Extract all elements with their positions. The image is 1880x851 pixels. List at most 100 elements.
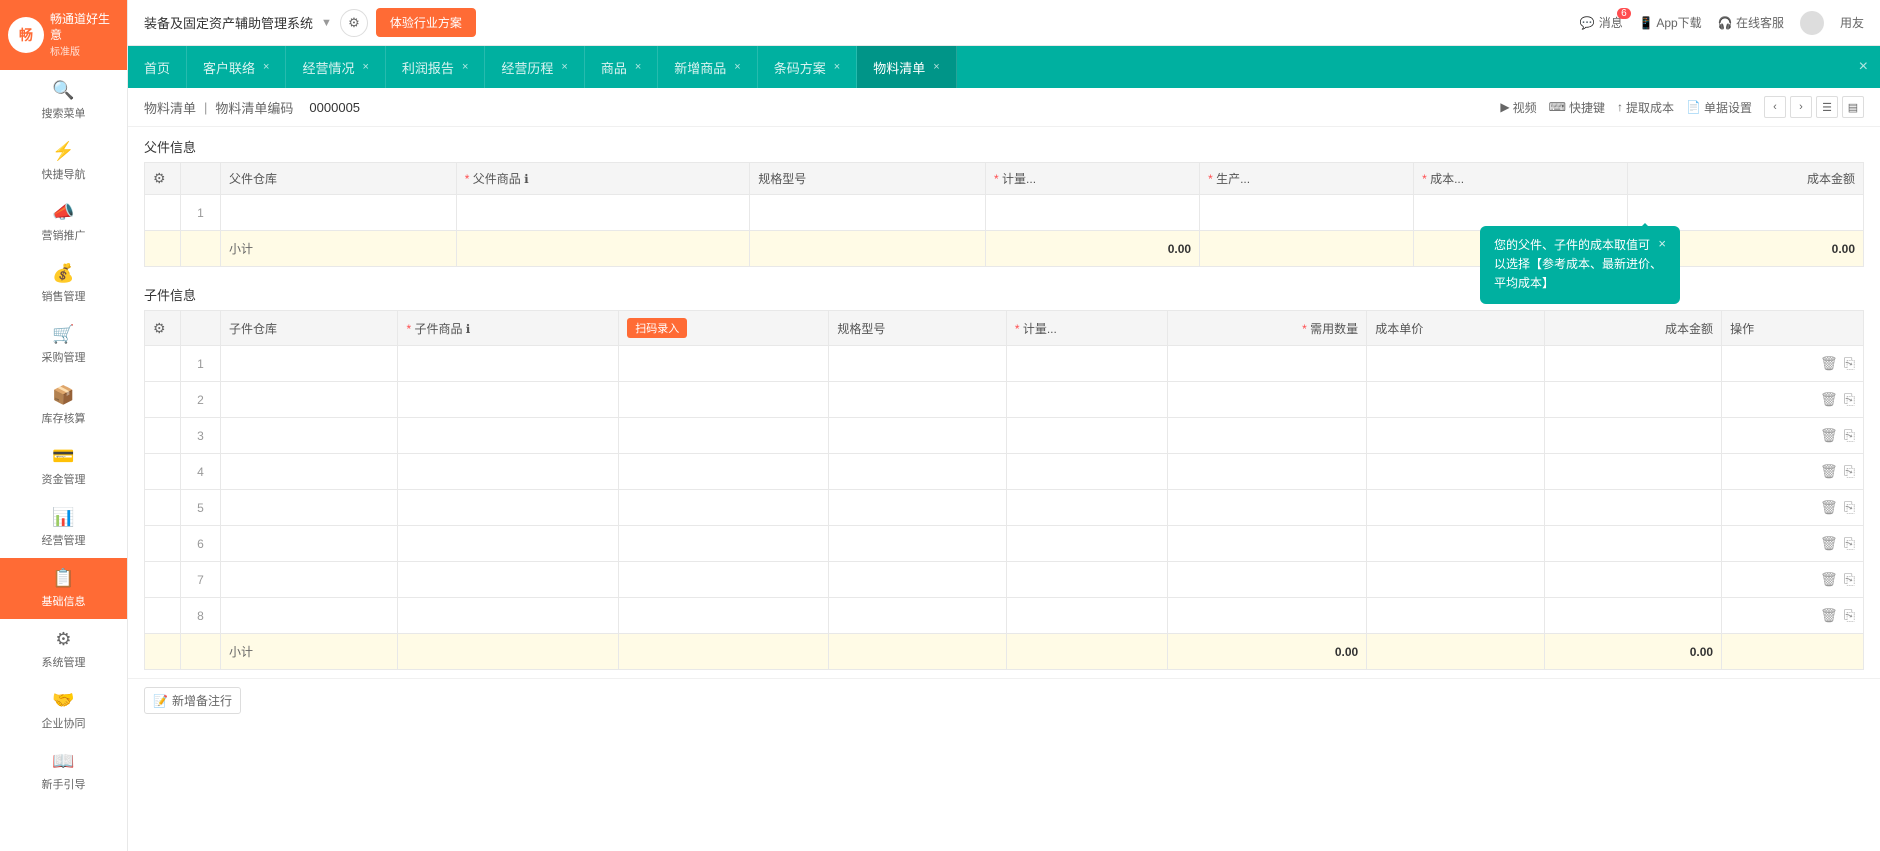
- sidebar-item-guide[interactable]: 📖 新手引导: [0, 741, 127, 802]
- nav-list-button[interactable]: ▤: [1842, 96, 1864, 118]
- parent-th-settings[interactable]: ⚙: [145, 163, 181, 195]
- experience-button[interactable]: 体验行业方案: [376, 8, 476, 37]
- delete-icon-8[interactable]: 🗑: [1820, 607, 1838, 624]
- child-row7-warehouse[interactable]: [221, 562, 398, 598]
- child-row8-product[interactable]: [398, 598, 619, 634]
- sidebar-item-management[interactable]: 📊 经营管理: [0, 497, 127, 558]
- child-settings-icon[interactable]: ⚙: [153, 320, 166, 336]
- nav-menu-button[interactable]: ☰: [1816, 96, 1838, 118]
- child-row3-product[interactable]: [398, 418, 619, 454]
- nav-prev-button[interactable]: ‹: [1764, 96, 1786, 118]
- child-row3-spec[interactable]: [829, 418, 1006, 454]
- child-row6-unit-cost[interactable]: [1367, 526, 1544, 562]
- child-row2-warehouse[interactable]: [221, 382, 398, 418]
- tab-operation[interactable]: 经营情况 ×: [286, 46, 385, 88]
- child-row6-warehouse[interactable]: [221, 526, 398, 562]
- sidebar-item-sales[interactable]: 💰 销售管理: [0, 253, 127, 314]
- single-setting-action[interactable]: 📄 单据设置: [1686, 99, 1752, 116]
- sidebar-item-purchase[interactable]: 🛒 采购管理: [0, 314, 127, 375]
- parent-settings-icon[interactable]: ⚙: [153, 170, 166, 186]
- child-row5-product[interactable]: [398, 490, 619, 526]
- child-row2-unit-cost[interactable]: [1367, 382, 1544, 418]
- tab-history[interactable]: 经营历程 ×: [485, 46, 584, 88]
- tab-goods[interactable]: 商品 ×: [585, 46, 658, 88]
- child-row8-qty[interactable]: [1167, 598, 1366, 634]
- tab-barcode-close[interactable]: ×: [834, 61, 840, 73]
- sidebar-item-inventory[interactable]: 📦 库存核算: [0, 375, 127, 436]
- sidebar-item-enterprise[interactable]: 🤝 企业协同: [0, 680, 127, 741]
- delete-icon-5[interactable]: 🗑: [1820, 499, 1838, 516]
- delete-icon-2[interactable]: 🗑: [1820, 391, 1838, 408]
- nav-next-button[interactable]: ›: [1790, 96, 1812, 118]
- child-row2-qty[interactable]: [1167, 382, 1366, 418]
- child-row7-unit-cost[interactable]: [1367, 562, 1544, 598]
- child-row6-qty[interactable]: [1167, 526, 1366, 562]
- sidebar-item-marketing[interactable]: 📣 营销推广: [0, 192, 127, 253]
- copy-icon-2[interactable]: ⎘: [1844, 391, 1855, 408]
- parent-row1-product[interactable]: [456, 195, 749, 231]
- child-row4-spec[interactable]: [829, 454, 1006, 490]
- child-row1-spec[interactable]: [829, 346, 1006, 382]
- tab-new-goods[interactable]: 新增商品 ×: [658, 46, 757, 88]
- child-row4-warehouse[interactable]: [221, 454, 398, 490]
- scan-input-button[interactable]: 扫码录入: [627, 318, 687, 338]
- delete-icon-3[interactable]: 🗑: [1820, 427, 1838, 444]
- online-service-button[interactable]: 🎧 在线客服: [1718, 14, 1784, 31]
- parent-row1-production[interactable]: [1200, 195, 1414, 231]
- child-row1-unit[interactable]: [1006, 346, 1167, 382]
- copy-icon-5[interactable]: ⎘: [1844, 499, 1855, 516]
- tab-bom-close[interactable]: ×: [933, 61, 939, 73]
- child-row1-product[interactable]: [398, 346, 619, 382]
- system-dropdown-arrow[interactable]: ▼: [321, 17, 332, 29]
- avatar[interactable]: [1800, 11, 1824, 35]
- copy-icon-8[interactable]: ⎘: [1844, 607, 1855, 624]
- child-row1-unit-cost[interactable]: [1367, 346, 1544, 382]
- sidebar-item-quick-nav[interactable]: ⚡ 快捷导航: [0, 131, 127, 192]
- child-row2-spec[interactable]: [829, 382, 1006, 418]
- delete-icon-7[interactable]: 🗑: [1820, 571, 1838, 588]
- tab-new-goods-close[interactable]: ×: [734, 61, 740, 73]
- child-row8-unit-cost[interactable]: [1367, 598, 1544, 634]
- copy-icon-7[interactable]: ⎘: [1844, 571, 1855, 588]
- tooltip-close-button[interactable]: ×: [1658, 234, 1666, 255]
- tab-history-close[interactable]: ×: [561, 61, 567, 73]
- child-row1-qty[interactable]: [1167, 346, 1366, 382]
- child-row5-unit-cost[interactable]: [1367, 490, 1544, 526]
- sidebar-item-search[interactable]: 🔍 搜索菜单: [0, 70, 127, 131]
- parent-row1-spec[interactable]: [750, 195, 986, 231]
- child-row5-unit[interactable]: [1006, 490, 1167, 526]
- tabs-close-all[interactable]: ×: [1847, 58, 1880, 76]
- child-row4-unit-cost[interactable]: [1367, 454, 1544, 490]
- child-row6-unit[interactable]: [1006, 526, 1167, 562]
- child-row2-unit[interactable]: [1006, 382, 1167, 418]
- breadcrumb-item-1[interactable]: 物料清单: [144, 98, 196, 117]
- child-row8-spec[interactable]: [829, 598, 1006, 634]
- child-row3-warehouse[interactable]: [221, 418, 398, 454]
- sidebar-item-system[interactable]: ⚙ 系统管理: [0, 619, 127, 680]
- child-row3-unit-cost[interactable]: [1367, 418, 1544, 454]
- tab-operation-close[interactable]: ×: [362, 61, 368, 73]
- tab-barcode[interactable]: 条码方案 ×: [758, 46, 857, 88]
- delete-icon-4[interactable]: 🗑: [1820, 463, 1838, 480]
- tab-bom[interactable]: 物料清单 ×: [857, 46, 956, 88]
- child-row8-unit[interactable]: [1006, 598, 1167, 634]
- child-row6-product[interactable]: [398, 526, 619, 562]
- child-row3-unit[interactable]: [1006, 418, 1167, 454]
- parent-row1-unit[interactable]: [986, 195, 1200, 231]
- copy-icon-1[interactable]: ⎘: [1844, 355, 1855, 372]
- extract-cost-action[interactable]: ↑ 提取成本: [1617, 99, 1674, 116]
- child-row1-warehouse[interactable]: [221, 346, 398, 382]
- view-action[interactable]: ▶ 视频: [1500, 99, 1536, 116]
- sidebar-item-basic-info[interactable]: 📋 基础信息: [0, 558, 127, 619]
- tab-customer-close[interactable]: ×: [263, 61, 269, 73]
- child-row5-qty[interactable]: [1167, 490, 1366, 526]
- tab-goods-close[interactable]: ×: [635, 61, 641, 73]
- shortcut-action[interactable]: ⌨ 快捷键: [1549, 99, 1605, 116]
- tab-profit[interactable]: 利润报告 ×: [386, 46, 485, 88]
- child-row4-product[interactable]: [398, 454, 619, 490]
- settings-button[interactable]: ⚙: [340, 9, 368, 37]
- delete-icon-1[interactable]: 🗑: [1820, 355, 1838, 372]
- child-row5-spec[interactable]: [829, 490, 1006, 526]
- sidebar-logo[interactable]: 畅 畅通道好生意 标准版: [0, 0, 127, 70]
- tab-customer[interactable]: 客户联络 ×: [187, 46, 286, 88]
